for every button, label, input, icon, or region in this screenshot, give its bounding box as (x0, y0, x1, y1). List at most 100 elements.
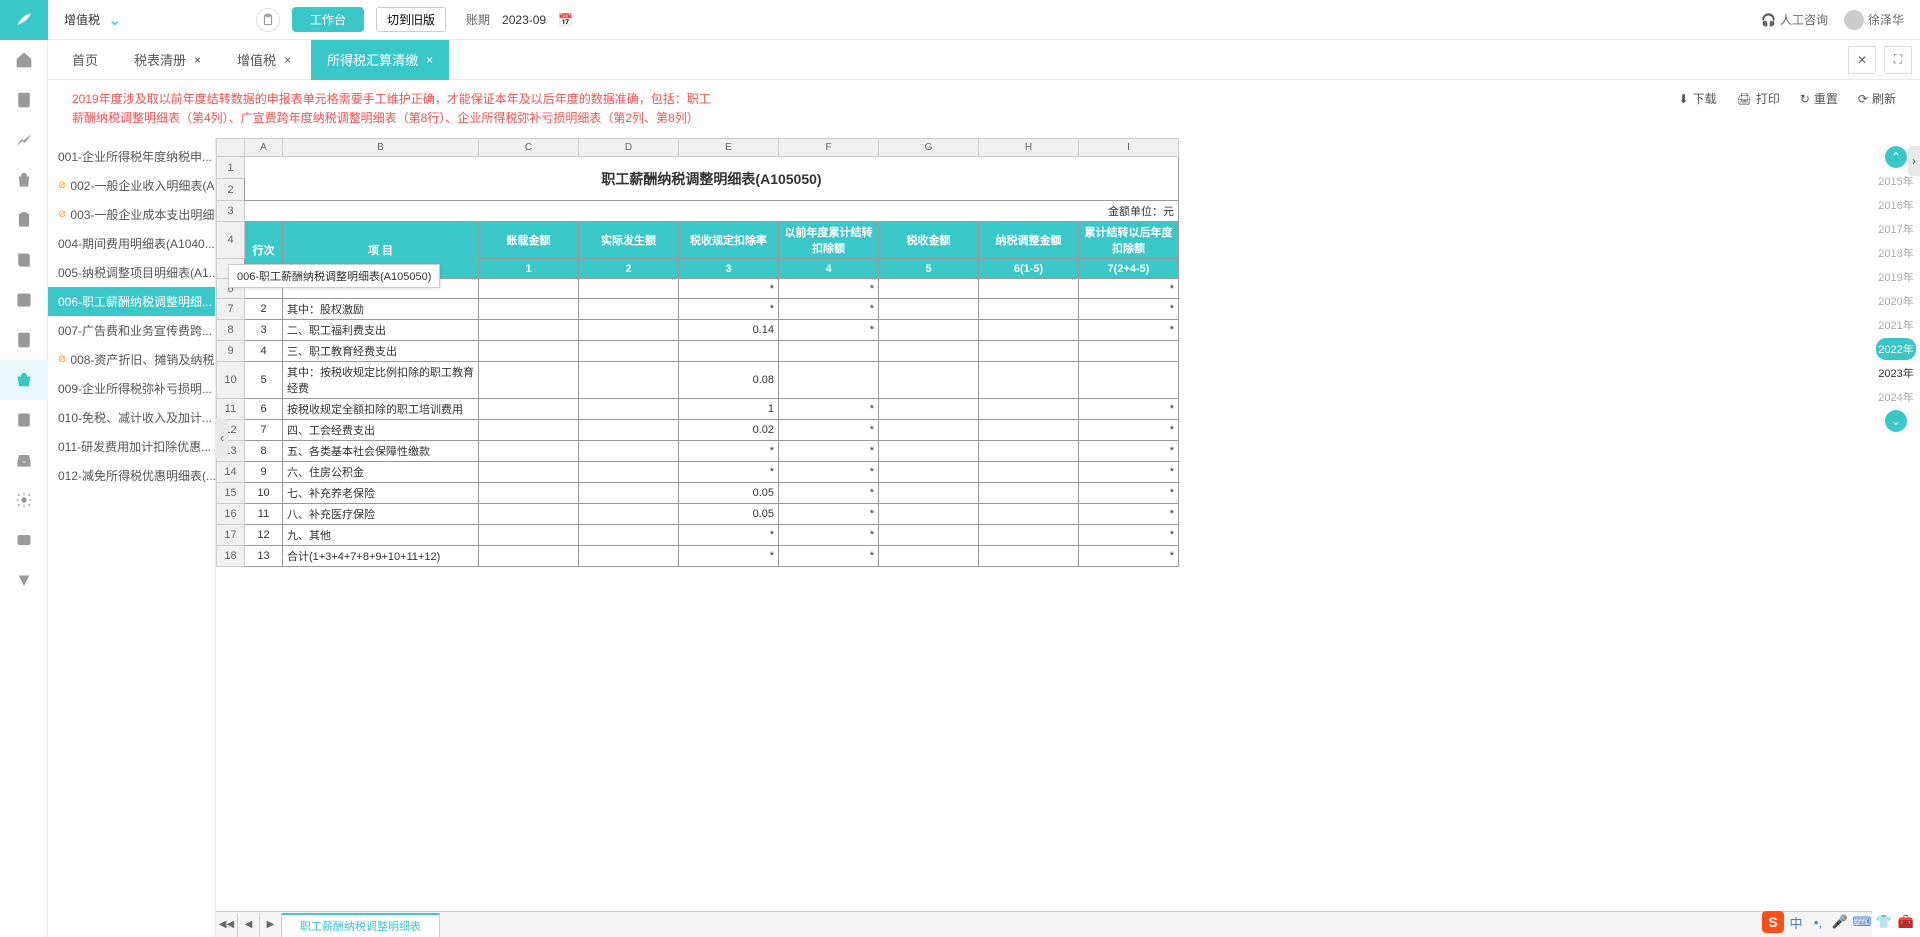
switch-old-version-button[interactable]: 切到旧版 (376, 7, 446, 32)
cell[interactable]: 7(2+4-5) (1079, 259, 1179, 279)
cell[interactable] (879, 320, 979, 341)
close-icon[interactable]: × (426, 53, 433, 67)
form-list-item[interactable]: ⊘003-一般企业成本支出明细... (48, 200, 215, 229)
cell[interactable] (979, 504, 1079, 525)
cell[interactable] (979, 441, 1079, 462)
cell[interactable] (979, 341, 1079, 362)
cell[interactable] (479, 299, 579, 320)
workspace-button[interactable]: 工作台 (292, 7, 364, 32)
consult-link[interactable]: 🎧 人工咨询 (1761, 11, 1828, 28)
cell[interactable] (479, 341, 579, 362)
cell[interactable] (479, 320, 579, 341)
cell[interactable]: 以前年度累计结转扣除额 (779, 222, 879, 259)
cell[interactable]: * (779, 279, 879, 299)
ime-keyboard-icon[interactable]: ⌨ (1852, 912, 1872, 932)
cell[interactable]: 8 (245, 441, 283, 462)
cell[interactable]: * (1079, 525, 1179, 546)
cell[interactable] (579, 441, 679, 462)
download-button[interactable]: ⬇下载 (1679, 90, 1717, 107)
cell[interactable] (579, 299, 679, 320)
cell[interactable]: * (779, 420, 879, 441)
cell[interactable]: * (679, 525, 779, 546)
cell[interactable] (579, 362, 679, 399)
cell[interactable] (579, 462, 679, 483)
cell[interactable]: 6(1-5) (979, 259, 1079, 279)
cell[interactable]: * (779, 320, 879, 341)
cell[interactable] (879, 279, 979, 299)
cell[interactable]: * (1079, 546, 1179, 567)
cell[interactable]: 四、工会经费支出 (283, 420, 479, 441)
cell[interactable]: 金额单位：元 (245, 201, 1179, 222)
cell[interactable]: * (1079, 299, 1179, 320)
cell[interactable] (979, 483, 1079, 504)
sheet-grid[interactable]: ABCDEFGHI1职工薪酬纳税调整明细表(A105050)23金额单位：元4行… (216, 138, 1872, 911)
cell[interactable]: * (1079, 462, 1179, 483)
tax-type-dropdown[interactable]: 增值税 ⌄ (64, 10, 244, 30)
reset-button[interactable]: ↻重置 (1800, 90, 1838, 107)
cell[interactable] (979, 399, 1079, 420)
calendar-icon[interactable]: 📅 (558, 13, 573, 27)
form-list-item[interactable]: 010-免税、减计收入及加计... (48, 403, 215, 432)
cell[interactable]: 0.05 (679, 504, 779, 525)
cell[interactable]: * (1079, 320, 1179, 341)
nav-book-icon[interactable] (0, 240, 48, 280)
cell[interactable]: 2 (579, 259, 679, 279)
cell[interactable]: 13 (245, 546, 283, 567)
close-icon[interactable]: × (194, 53, 201, 67)
page-tab[interactable]: 首页 (56, 40, 114, 80)
nav-home-icon[interactable] (0, 40, 48, 80)
cell[interactable] (879, 441, 979, 462)
sheet-nav-prev[interactable]: ◀ (238, 913, 260, 937)
refresh-button[interactable]: ⟳刷新 (1858, 90, 1896, 107)
form-list-item[interactable]: 011-研发费用加计扣除优惠... (48, 432, 215, 461)
page-tab[interactable]: 所得税汇算清缴× (311, 40, 449, 80)
cell[interactable] (879, 483, 979, 504)
nav-settings-icon[interactable] (0, 480, 48, 520)
form-list-item[interactable]: 012-减免所得税优惠明细表(... (48, 461, 215, 490)
cell[interactable]: 1 (679, 399, 779, 420)
cell[interactable]: 账载金额 (479, 222, 579, 259)
close-icon[interactable]: × (284, 53, 291, 67)
cell[interactable] (979, 546, 1079, 567)
cell[interactable]: 职工薪酬纳税调整明细表(A105050) (245, 157, 1179, 201)
cell[interactable] (579, 504, 679, 525)
cell[interactable] (679, 341, 779, 362)
cell[interactable]: * (779, 462, 879, 483)
form-list-item[interactable]: 005-纳税调整项目明细表(A1... (48, 258, 215, 287)
cell[interactable] (979, 320, 1079, 341)
nav-doc-icon[interactable] (0, 80, 48, 120)
year-down-button[interactable]: ⌄ (1885, 410, 1907, 432)
form-list-item[interactable]: 001-企业所得税年度纳税申... (48, 142, 215, 171)
nav-calc-icon[interactable] (0, 320, 48, 360)
cell[interactable]: * (779, 525, 879, 546)
cell[interactable]: * (679, 299, 779, 320)
cell[interactable]: * (679, 462, 779, 483)
ime-lang[interactable]: 中 (1786, 912, 1806, 932)
cell[interactable]: * (779, 441, 879, 462)
app-logo[interactable] (0, 0, 48, 40)
cell[interactable]: 5 (879, 259, 979, 279)
cell[interactable]: 累计结转以后年度扣除额 (1079, 222, 1179, 259)
cell[interactable] (979, 362, 1079, 399)
cell[interactable]: * (679, 441, 779, 462)
cell[interactable] (479, 483, 579, 504)
cell[interactable]: 0.14 (679, 320, 779, 341)
cell[interactable]: * (779, 299, 879, 320)
cell[interactable]: 税收规定扣除率 (679, 222, 779, 259)
ime-toolbox-icon[interactable]: 🧰 (1896, 912, 1916, 932)
cell[interactable]: * (1079, 441, 1179, 462)
cell[interactable] (779, 362, 879, 399)
cell[interactable]: 3 (679, 259, 779, 279)
form-list-item[interactable]: ⊘008-资产折旧、摊销及纳税... (48, 345, 215, 374)
page-tab[interactable]: 税表清册× (118, 40, 217, 80)
year-option[interactable]: 2023年 (1876, 362, 1916, 384)
cell[interactable]: 11 (245, 504, 283, 525)
cell[interactable]: 按税收规定全额扣除的职工培训费用 (283, 399, 479, 420)
cell[interactable] (879, 504, 979, 525)
cell[interactable]: 其中：股权激励 (283, 299, 479, 320)
ime-punct-icon[interactable]: •, (1808, 912, 1828, 932)
cell[interactable] (979, 525, 1079, 546)
cell[interactable] (879, 341, 979, 362)
cell[interactable] (479, 399, 579, 420)
cell[interactable] (879, 546, 979, 567)
